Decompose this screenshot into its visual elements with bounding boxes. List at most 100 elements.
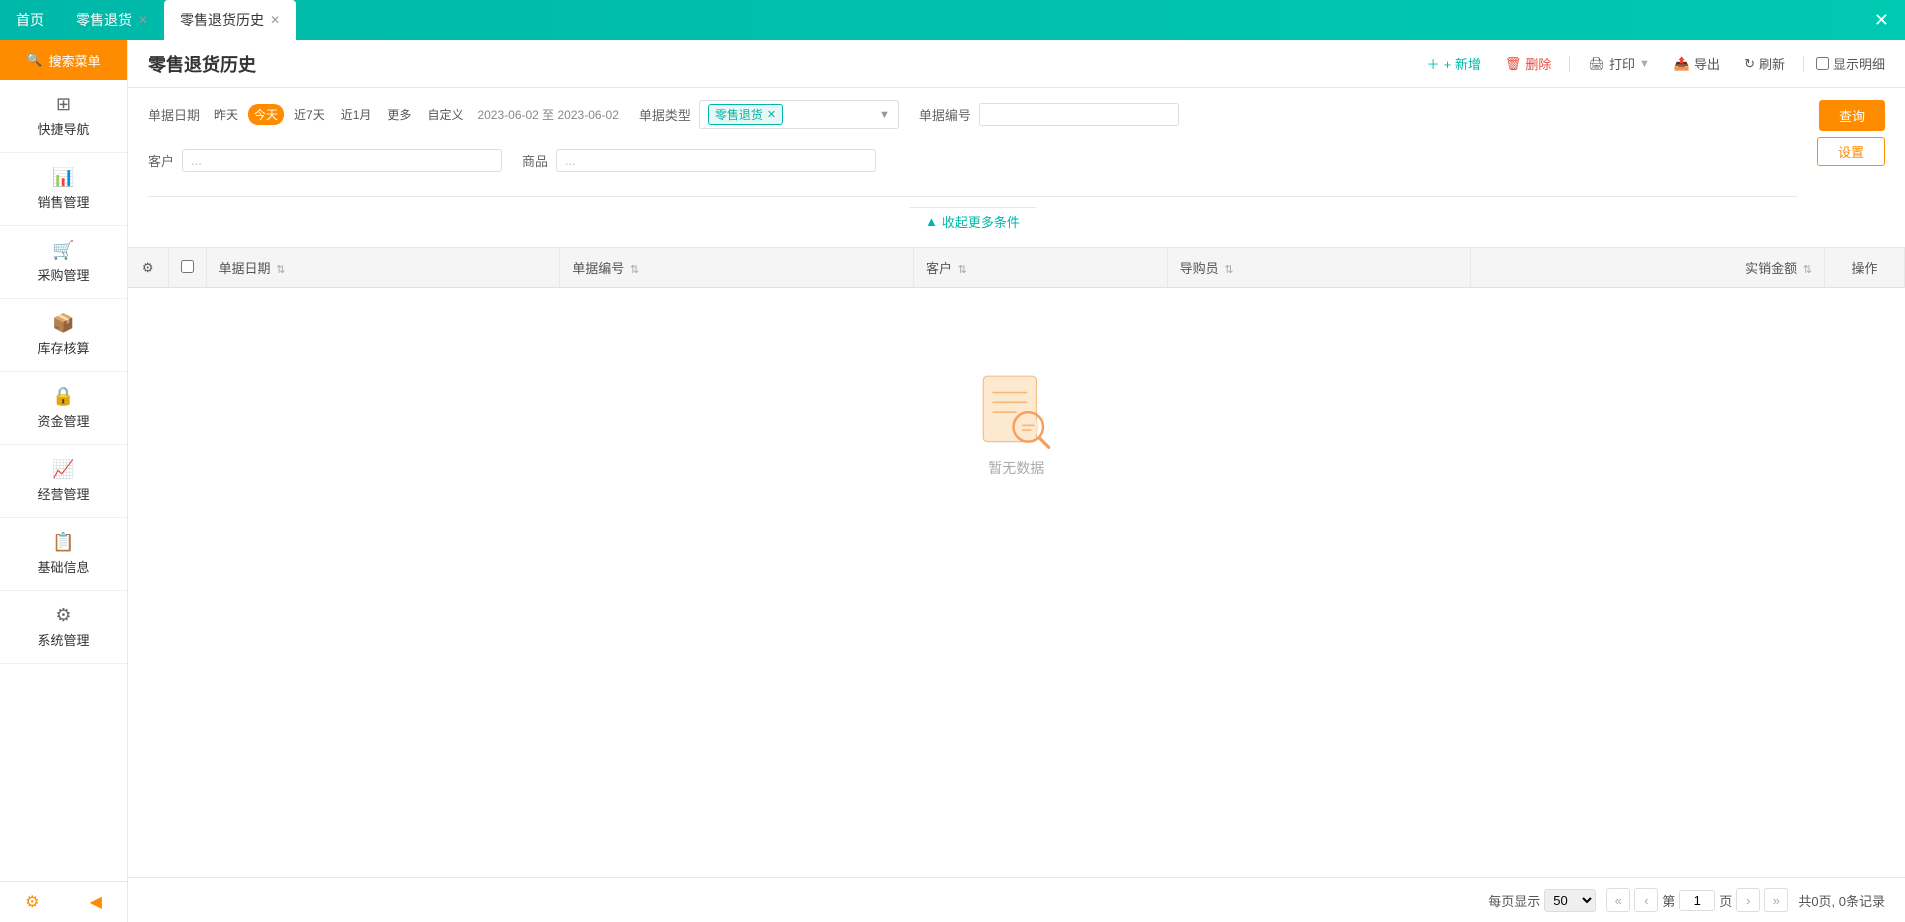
export-label: 导出 [1694,54,1720,73]
data-table: ⚙ 单据日期 ⇅ 单据编号 ⇅ [128,248,1905,558]
th-checkbox[interactable] [168,248,206,288]
table-header-row: ⚙ 单据日期 ⇅ 单据编号 ⇅ [128,248,1905,288]
first-page-btn[interactable]: « [1606,888,1630,912]
date-opt-more[interactable]: 更多 [381,104,417,125]
print-icon: 🖨 [1588,56,1605,72]
date-opt-yesterday[interactable]: 昨天 [208,104,244,125]
sidebar-item-system-label: 系统管理 [37,630,89,649]
export-button[interactable]: 📤 导出 [1668,50,1726,77]
th-settings[interactable]: ⚙ [128,248,168,288]
th-amount-sort-icon: ⇅ [1803,264,1812,276]
customer-select[interactable]: ... [182,149,502,172]
type-tag: 零售退货 ✕ [708,104,783,125]
refresh-icon: ↻ [1744,56,1755,72]
sidebar-search-label: 搜索菜单 [49,51,101,70]
voucher-input[interactable] [979,103,1179,126]
type-select[interactable]: 零售退货 ✕ ▼ [699,100,899,129]
filter-area: 单据日期 昨天 今天 近7天 近1月 更多 自定义 2023-06-02 至 2… [128,88,1905,248]
th-actions-label: 操作 [1851,261,1877,276]
sidebar-item-operations-label: 经营管理 [37,484,89,503]
next-page-btn[interactable]: › [1736,888,1760,912]
page-nav: « ‹ 第 页 › » [1606,888,1788,912]
sidebar-item-inventory[interactable]: 📦 库存核算 [0,299,127,372]
sidebar-item-purchase-label: 采购管理 [37,265,89,284]
sidebar-item-purchase[interactable]: 🛒 采购管理 [0,226,127,299]
th-voucher[interactable]: 单据编号 ⇅ [560,248,914,288]
th-amount[interactable]: 实销金额 ⇅ [1471,248,1825,288]
refresh-button[interactable]: ↻ 刷新 [1738,50,1791,77]
refresh-label: 刷新 [1759,54,1785,73]
th-guide-label: 导购员 [1180,261,1219,276]
sidebar-items: ⊞ 快捷导航 📊 销售管理 🛒 采购管理 📦 库存核算 🔒 资金管理 📈 [0,80,127,881]
tab-retail-return-history-label: 零售退货历史 [180,10,264,30]
show-detail-checkbox[interactable] [1816,57,1829,70]
customer-label: 客户 [148,151,174,170]
sidebar-search[interactable]: 🔍 搜索菜单 [0,40,127,80]
new-button[interactable]: ＋ + 新增 [1421,50,1487,77]
filter-customer-item: 客户 ... [148,149,502,172]
goods-select[interactable]: ... [556,149,876,172]
last-page-btn[interactable]: » [1764,888,1788,912]
collapse-btn[interactable]: ▲ 收起更多条件 [909,207,1036,235]
th-date[interactable]: 单据日期 ⇅ [206,248,560,288]
page-size-label: 每页显示 [1488,891,1540,910]
type-label: 单据类型 [639,105,691,124]
page-number-input[interactable] [1679,890,1715,911]
sidebar-item-basic-info[interactable]: 📋 基础信息 [0,518,127,591]
topbar: 首页 零售退货 ✕ 零售退货历史 ✕ ✕ [0,0,1905,40]
th-guide[interactable]: 导购员 ⇅ [1167,248,1471,288]
date-opt-custom[interactable]: 自定义 [421,104,469,125]
sidebar-item-quick-nav[interactable]: ⊞ 快捷导航 [0,80,127,153]
show-detail-checkbox-label[interactable]: 显示明细 [1816,54,1885,73]
page-size-select[interactable]: 50 100 200 [1544,889,1596,912]
show-detail-label: 显示明细 [1833,54,1885,73]
empty-text: 暂无数据 [988,458,1044,478]
type-tag-text: 零售退货 [715,106,763,123]
sidebar-toggle-btn[interactable]: ◀ [90,892,102,912]
delete-label: 删除 [1525,54,1551,73]
filter-block: 单据日期 昨天 今天 近7天 近1月 更多 自定义 2023-06-02 至 2… [148,100,1797,235]
filter-goods-item: 商品 ... [522,149,876,172]
query-button[interactable]: 查询 [1819,100,1885,131]
tab-retail-return-close[interactable]: ✕ [138,13,148,27]
print-button[interactable]: 🖨 打印 ▼ [1582,50,1655,77]
sidebar: 🔍 搜索菜单 ⊞ 快捷导航 📊 销售管理 🛒 采购管理 📦 库存核算 🔒 [0,40,128,922]
toolbar-divider-1 [1569,56,1570,72]
type-select-arrow: ▼ [879,109,890,121]
tab-retail-return-label: 零售退货 [76,10,132,30]
sidebar-item-finance-label: 资金管理 [37,411,89,430]
goods-placeholder: ... [565,153,576,168]
tab-retail-return-history-close[interactable]: ✕ [270,13,280,27]
table-area: ⚙ 单据日期 ⇅ 单据编号 ⇅ [128,248,1905,877]
delete-button[interactable]: 🗑 删除 [1499,50,1558,77]
th-customer-label: 客户 [926,261,952,276]
empty-illustration [966,368,1066,458]
sidebar-item-sales[interactable]: 📊 销售管理 [0,153,127,226]
toolbar-divider-2 [1803,56,1804,72]
type-tag-close[interactable]: ✕ [767,108,776,121]
tab-home-label: 首页 [16,10,44,30]
print-arrow-icon: ▼ [1639,58,1650,70]
sidebar-item-operations[interactable]: 📈 经营管理 [0,445,127,518]
sidebar-bottom: ⚙ ◀ [0,881,127,922]
prev-page-btn[interactable]: ‹ [1634,888,1658,912]
tab-retail-return[interactable]: 零售退货 ✕ [60,0,164,40]
topbar-close-btn[interactable]: ✕ [1858,10,1905,31]
quick-nav-icon: ⊞ [56,94,71,115]
sidebar-item-basic-info-label: 基础信息 [37,557,89,576]
purchase-icon: 🛒 [52,240,74,261]
tab-home[interactable]: 首页 [0,0,60,40]
page-label-after: 页 [1719,891,1732,910]
sales-icon: 📊 [52,167,74,188]
sidebar-settings-btn[interactable]: ⚙ [25,892,39,912]
date-opt-7days[interactable]: 近7天 [288,104,331,125]
sidebar-item-system[interactable]: ⚙ 系统管理 [0,591,127,664]
date-opt-1month[interactable]: 近1月 [335,104,378,125]
export-icon: 📤 [1674,56,1690,72]
sidebar-item-finance[interactable]: 🔒 资金管理 [0,372,127,445]
date-opt-today[interactable]: 今天 [248,104,284,125]
settings-button[interactable]: 设置 [1817,137,1885,166]
select-all-checkbox[interactable] [181,260,194,273]
tab-retail-return-history[interactable]: 零售退货历史 ✕ [164,0,296,40]
th-customer[interactable]: 客户 ⇅ [913,248,1167,288]
